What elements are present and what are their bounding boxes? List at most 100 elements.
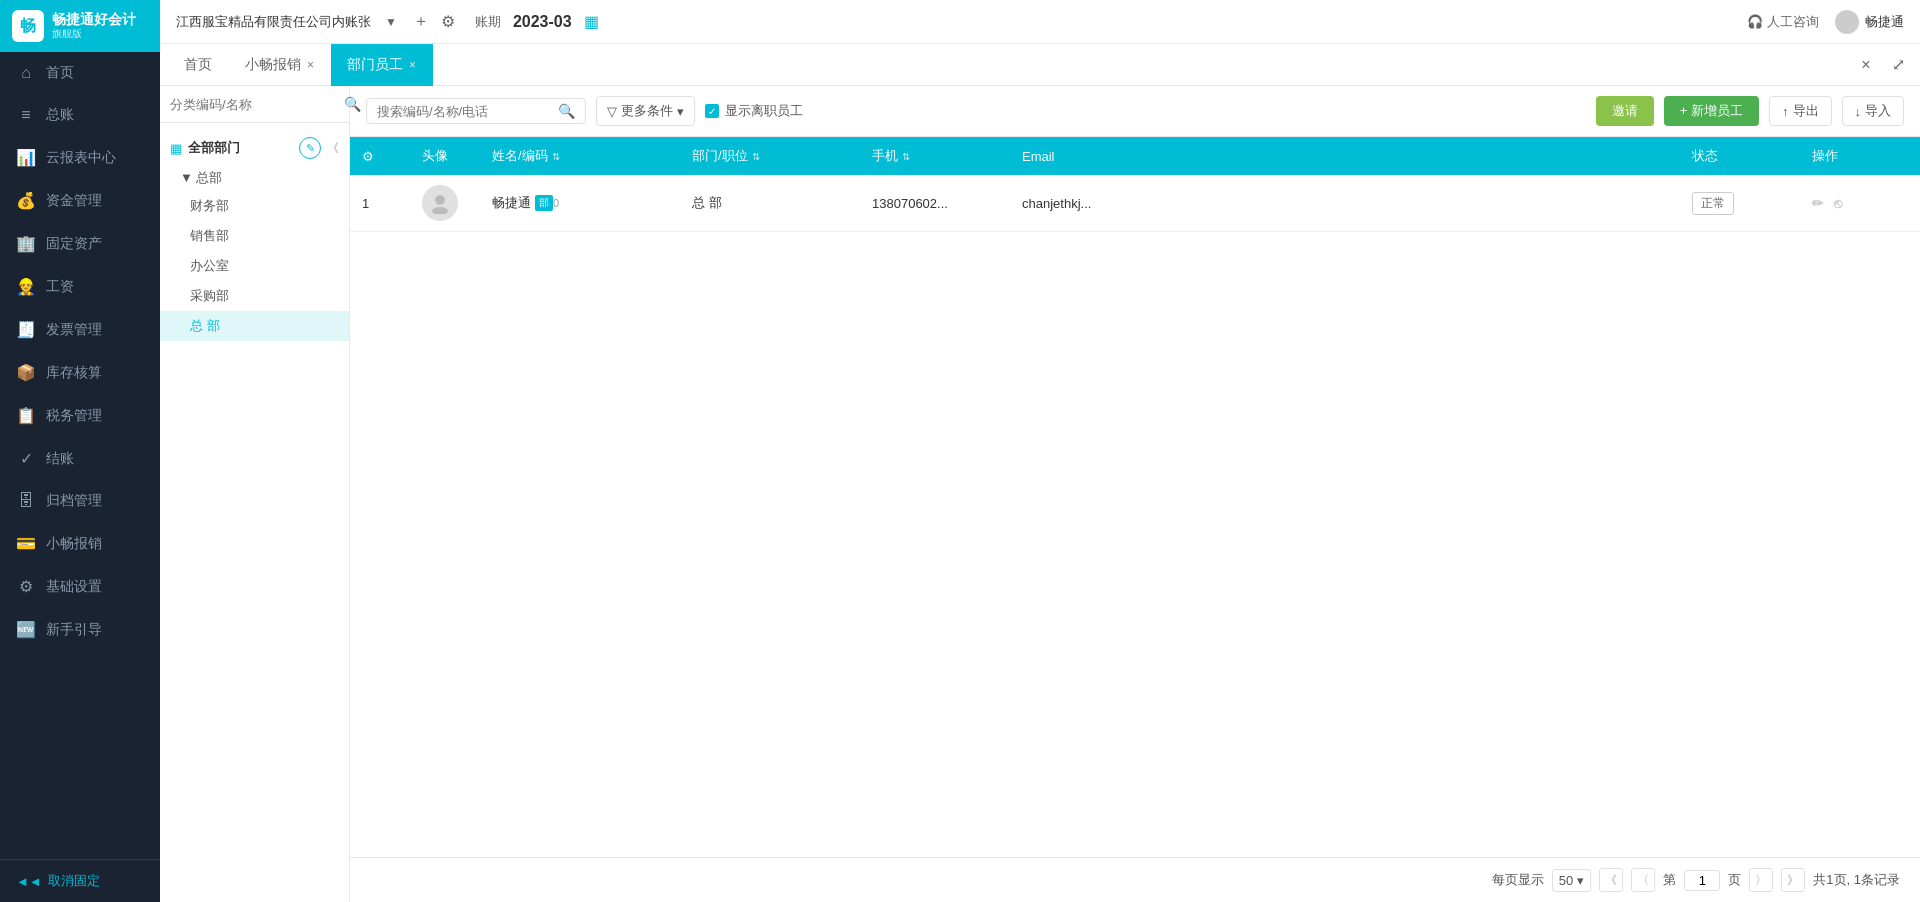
- add-employee-button[interactable]: + 新增员工: [1664, 96, 1759, 126]
- period-value[interactable]: 2023-03: [513, 13, 572, 31]
- export-button[interactable]: ↑ 导出: [1769, 96, 1832, 126]
- show-resigned-checkbox[interactable]: ✓: [705, 104, 719, 118]
- dept-caiwubu[interactable]: 财务部: [160, 191, 349, 221]
- inventory-icon: 📦: [16, 363, 36, 382]
- employee-code: 0: [553, 197, 559, 209]
- topbar-right: 🎧 人工咨询 畅捷通: [1747, 10, 1904, 34]
- tab-department-close[interactable]: ×: [409, 58, 416, 72]
- sidebar-item-invoice-label: 发票管理: [46, 321, 102, 339]
- filter-icon: ▽: [607, 104, 617, 119]
- tab-expense-label: 小畅报销: [245, 56, 301, 74]
- logo-text-block: 畅捷通好会计 旗舰版: [52, 11, 136, 42]
- payroll-icon: 👷: [16, 277, 36, 296]
- all-departments-header[interactable]: ▦ 全部部门 ✎ 《: [160, 131, 349, 165]
- page-number-input[interactable]: [1684, 870, 1720, 891]
- sidebar-item-tax-label: 税务管理: [46, 407, 102, 425]
- employee-email: chanjethkj...: [1022, 196, 1091, 211]
- sidebar-item-tax[interactable]: 📋 税务管理: [0, 394, 160, 437]
- home-icon: ⌂: [16, 64, 36, 82]
- col-phone[interactable]: 手机 ⇅: [860, 137, 1010, 175]
- show-resigned-toggle[interactable]: ✓ 显示离职员工: [705, 102, 803, 120]
- last-page-button[interactable]: 》: [1781, 868, 1805, 892]
- dept-caigoubu[interactable]: 采购部: [160, 281, 349, 311]
- tab-home-label: 首页: [184, 56, 212, 74]
- dept-xiaoshoubu[interactable]: 销售部: [160, 221, 349, 251]
- main-area: 江西服宝精品有限责任公司内账张 ▼ ＋ ⚙ 账期 2023-03 ▦ 🎧 人工咨…: [160, 0, 1920, 902]
- service-button[interactable]: 🎧 人工咨询: [1747, 13, 1819, 31]
- col-name-label: 姓名/编码: [492, 147, 548, 165]
- funds-icon: 💰: [16, 191, 36, 210]
- col-settings[interactable]: ⚙: [350, 137, 410, 175]
- edit-employee-button[interactable]: ✏: [1812, 195, 1824, 211]
- per-page-select[interactable]: 50 ▾: [1552, 869, 1591, 892]
- guide-icon: 🆕: [16, 620, 36, 639]
- user-profile[interactable]: 畅捷通: [1835, 10, 1904, 34]
- col-name[interactable]: 姓名/编码 ⇅: [480, 137, 680, 175]
- action-icons: ✏ ⎋: [1812, 195, 1842, 211]
- tab-expense-close[interactable]: ×: [307, 58, 314, 72]
- logout-employee-button[interactable]: ⎋: [1834, 195, 1842, 211]
- sidebar-logo[interactable]: 畅 畅捷通好会计 旗舰版: [0, 0, 160, 52]
- cell-email: chanjethkj...: [1010, 175, 1680, 231]
- sidebar-item-archive[interactable]: 🗄 归档管理: [0, 480, 160, 522]
- cancel-fixed-button[interactable]: ◄◄ 取消固定: [0, 859, 160, 902]
- col-dept[interactable]: 部门/职位 ⇅: [680, 137, 860, 175]
- sidebar-item-inventory[interactable]: 📦 库存核算: [0, 351, 160, 394]
- filter-button[interactable]: ▽ 更多条件 ▾: [596, 96, 695, 126]
- sidebar-item-ledger[interactable]: ≡ 总账: [0, 94, 160, 136]
- sidebar-item-guide-label: 新手引导: [46, 621, 102, 639]
- cell-avatar: [410, 175, 480, 231]
- invite-button[interactable]: 邀请: [1596, 96, 1654, 126]
- dept-collapse-icon[interactable]: 《: [327, 140, 339, 157]
- sidebar-item-payroll[interactable]: 👷 工资: [0, 265, 160, 308]
- tab-department[interactable]: 部门员工 ×: [331, 44, 433, 86]
- employee-search-icon[interactable]: 🔍: [558, 103, 575, 119]
- tabs-actions: × ⤢: [1852, 51, 1912, 79]
- sidebar-item-settings[interactable]: ⚙ 基础设置: [0, 565, 160, 608]
- svg-point-0: [435, 195, 445, 205]
- topbar: 江西服宝精品有限责任公司内账张 ▼ ＋ ⚙ 账期 2023-03 ▦ 🎧 人工咨…: [160, 0, 1920, 44]
- dept-bangongshi[interactable]: 办公室: [160, 251, 349, 281]
- first-page-button[interactable]: 《: [1599, 868, 1623, 892]
- cell-phone: 138070602...: [860, 175, 1010, 231]
- grid-icon: ▦: [170, 141, 182, 156]
- employee-search-input[interactable]: [377, 104, 552, 119]
- next-page-button[interactable]: 〉: [1749, 868, 1773, 892]
- company-settings-icon[interactable]: ⚙: [441, 12, 455, 31]
- col-phone-label: 手机: [872, 147, 898, 165]
- dept-zongbu-item[interactable]: 总 部: [160, 311, 349, 341]
- col-phone-sort-icon: ⇅: [902, 151, 910, 162]
- sidebar-item-expense[interactable]: 💳 小畅报销: [0, 522, 160, 565]
- employee-table: ⚙ 头像 姓名/编码 ⇅ 部门/职位 ⇅ 手机 ⇅: [350, 137, 1920, 857]
- company-name[interactable]: 江西服宝精品有限责任公司内账张: [176, 13, 371, 31]
- employee-dept: 总 部: [692, 194, 722, 212]
- close-tab-button[interactable]: ×: [1852, 51, 1880, 79]
- sidebar-item-funds[interactable]: 💰 资金管理: [0, 179, 160, 222]
- sidebar-item-assets[interactable]: 🏢 固定资产: [0, 222, 160, 265]
- sidebar-item-close[interactable]: ✓ 结账: [0, 437, 160, 480]
- sidebar-item-close-label: 结账: [46, 450, 74, 468]
- sidebar-item-ledger-label: 总账: [46, 106, 74, 124]
- prev-page-button[interactable]: 〈: [1631, 868, 1655, 892]
- import-label: 导入: [1865, 102, 1891, 120]
- dept-zongbu-label[interactable]: ▼ 总部: [160, 165, 349, 191]
- table-row: 1 畅捷通 部 0 总 部: [350, 175, 1920, 232]
- import-button[interactable]: ↓ 导入: [1842, 96, 1905, 126]
- per-page-label: 每页显示: [1492, 871, 1544, 889]
- tab-home[interactable]: 首页: [168, 44, 229, 86]
- sidebar-item-guide[interactable]: 🆕 新手引导: [0, 608, 160, 651]
- company-dropdown-icon[interactable]: ▼: [385, 15, 397, 29]
- cell-index: 1: [350, 175, 410, 231]
- sidebar-item-invoice[interactable]: 🧾 发票管理: [0, 308, 160, 351]
- sidebar-item-home[interactable]: ⌂ 首页: [0, 52, 160, 94]
- dept-search-input[interactable]: [170, 97, 338, 112]
- filter-chevron-icon: ▾: [677, 104, 684, 119]
- dept-edit-button[interactable]: ✎: [299, 137, 321, 159]
- import-icon: ↓: [1855, 104, 1862, 119]
- expand-tab-button[interactable]: ⤢: [1884, 51, 1912, 79]
- sidebar: 畅 畅捷通好会计 旗舰版 ⌂ 首页 ≡ 总账 📊 云报表中心 💰 资金管理 🏢 …: [0, 0, 160, 902]
- add-company-icon[interactable]: ＋: [413, 11, 429, 32]
- calendar-icon[interactable]: ▦: [584, 12, 599, 31]
- tab-expense[interactable]: 小畅报销 ×: [229, 44, 331, 86]
- sidebar-item-reports[interactable]: 📊 云报表中心: [0, 136, 160, 179]
